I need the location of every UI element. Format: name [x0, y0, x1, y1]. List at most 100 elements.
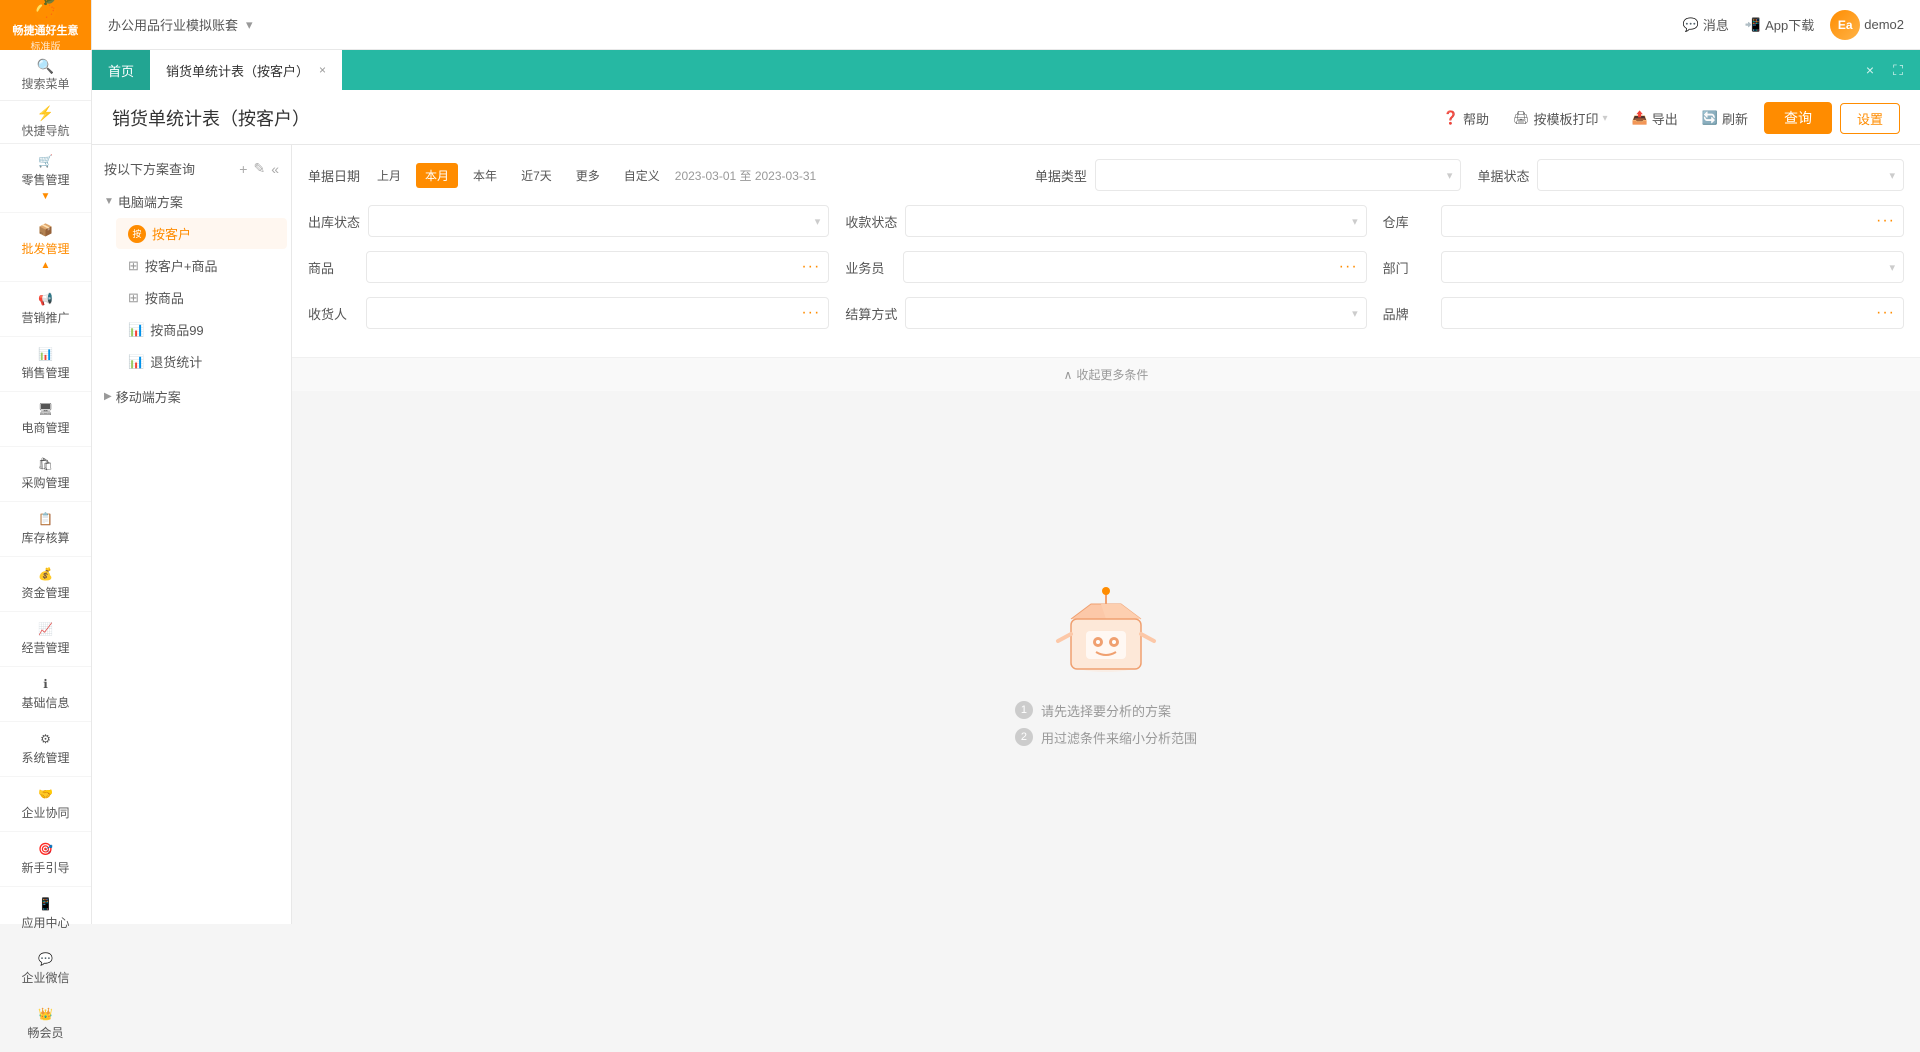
scheme-desktop-label: 电脑端方案: [118, 192, 183, 211]
sidebar-item-apps-label: 应用中心: [21, 914, 69, 931]
sidebar-item-finance[interactable]: 💰 资金管理: [0, 557, 91, 612]
tip-1-num: 1: [1015, 701, 1033, 719]
export-button[interactable]: 📤 导出: [1624, 105, 1686, 132]
sidebar: 🍊 畅捷通好生意 标准版 🔍 搜索菜单 ⚡ 快捷导航 🛒 零售管理 ▼ 📦 批发…: [0, 0, 92, 924]
scheme-header-title: 按以下方案查询: [104, 159, 195, 178]
doc-type-arrow: ▾: [1447, 169, 1453, 182]
window-maximize-button[interactable]: ⛶: [1888, 60, 1908, 80]
filter-brand-select[interactable]: ···: [1441, 297, 1904, 329]
app-download-button[interactable]: 📲 App下载: [1745, 15, 1814, 34]
sidebar-item-retail[interactable]: 🛒 零售管理 ▼: [0, 144, 91, 213]
date-btn-last-7[interactable]: 近7天: [512, 163, 561, 188]
sidebar-item-retail-label: 零售管理: [21, 171, 69, 188]
refresh-button[interactable]: 🔄 刷新: [1694, 105, 1756, 132]
user-profile[interactable]: Ea demo2: [1830, 10, 1904, 40]
date-btn-this-month[interactable]: 本月: [416, 163, 458, 188]
retail-arrow: ▼: [41, 191, 51, 202]
print-icon: 🖨: [1513, 110, 1530, 126]
sidebar-search[interactable]: 🔍 搜索菜单: [0, 50, 91, 101]
member-icon: 👑: [38, 1007, 53, 1021]
tab-close-icon[interactable]: ×: [319, 63, 326, 77]
scheme-collapse-button[interactable]: «: [271, 161, 279, 177]
enterprise-icon: 🤝: [38, 787, 53, 801]
query-button[interactable]: 查询: [1764, 102, 1832, 134]
retail-icon: 🛒: [38, 154, 53, 168]
collapse-bar[interactable]: ∧ 收起更多条件: [292, 357, 1920, 391]
scheme-desktop-group-header[interactable]: ▼ 电脑端方案: [92, 186, 291, 217]
avatar-text: Ea: [1838, 18, 1853, 32]
scheme-by-customer-product-label: 按客户+商品: [145, 256, 218, 275]
sidebar-quicknav[interactable]: ⚡ 快捷导航: [0, 101, 91, 144]
date-btn-last-month[interactable]: 上月: [368, 163, 410, 188]
ecommerce-icon: 🖥: [38, 402, 53, 416]
doc-status-arrow: ▾: [1889, 169, 1895, 182]
main-area: 办公用品行业模拟账套 ▾ 💬 消息 📲 App下载 Ea demo2 首页: [92, 0, 1920, 924]
finance-icon: 💰: [38, 567, 53, 581]
scheme-item-by-customer-product[interactable]: ⊞ 按客户+商品: [116, 250, 287, 281]
sidebar-item-marketing[interactable]: 📢 营销推广: [0, 282, 91, 337]
product-dots: ···: [801, 258, 820, 276]
scheme-item-by-product-99[interactable]: 📊 按商品99: [116, 314, 287, 345]
sidebar-item-wechat-label: 企业微信: [21, 969, 69, 986]
scheme-panel-header: 按以下方案查询 + ✎ «: [92, 155, 291, 182]
collapse-label: 收起更多条件: [1076, 366, 1148, 383]
business-icon: 📈: [38, 622, 53, 636]
collapse-up-icon: ∧: [1064, 368, 1073, 382]
tab-home-label: 首页: [108, 61, 134, 80]
marketing-icon: 📢: [38, 292, 53, 306]
sidebar-item-basic[interactable]: ℹ 基础信息: [0, 667, 91, 722]
help-label: 帮助: [1463, 109, 1489, 128]
scheme-item-by-product[interactable]: ⊞ 按商品: [116, 282, 287, 313]
sidebar-item-newbie[interactable]: 🎯 新手引导: [0, 832, 91, 887]
scheme-edit-button[interactable]: ✎: [253, 160, 265, 177]
app-title: 办公用品行业模拟账套: [108, 15, 238, 34]
filter-department-select[interactable]: ▾: [1441, 251, 1904, 283]
sidebar-item-system[interactable]: ⚙ 系统管理: [0, 722, 91, 777]
filter-receiver-select[interactable]: ···: [366, 297, 829, 329]
help-button[interactable]: ❓ 帮助: [1435, 105, 1497, 132]
sidebar-item-inventory[interactable]: 📋 库存核算: [0, 502, 91, 557]
print-button[interactable]: 🖨 按模板打印 ▾: [1505, 105, 1616, 132]
sidebar-item-purchase-label: 采购管理: [21, 474, 69, 491]
date-btn-more[interactable]: 更多: [567, 163, 609, 188]
tab-active[interactable]: 销货单统计表（按客户） ×: [150, 50, 342, 90]
sidebar-item-sales[interactable]: 📊 销售管理: [0, 337, 91, 392]
filter-doc-type-select[interactable]: ▾: [1095, 159, 1462, 191]
settings-button[interactable]: 设置: [1840, 103, 1900, 134]
sidebar-logo[interactable]: 🍊 畅捷通好生意 标准版: [0, 0, 91, 50]
filter-product-label: 商品: [308, 258, 358, 277]
warehouse-dots: ···: [1876, 212, 1895, 230]
filter-product-select[interactable]: ···: [366, 251, 829, 283]
tab-home[interactable]: 首页: [92, 50, 150, 90]
filter-out-status-select[interactable]: ▾: [368, 205, 829, 237]
window-close-button[interactable]: ×: [1860, 60, 1880, 80]
scheme-by-customer-label: 按客户: [152, 224, 191, 243]
scheme-item-by-customer[interactable]: 按 按客户: [116, 218, 287, 249]
filter-receive-status-select[interactable]: ▾: [905, 205, 1366, 237]
scheme-mobile-group[interactable]: ▶ 移动端方案: [92, 381, 291, 412]
filter-department-item: 部门 ▾: [1383, 251, 1904, 283]
message-button[interactable]: 💬 消息: [1683, 15, 1729, 34]
filter-settlement-select[interactable]: ▾: [905, 297, 1366, 329]
scheme-panel: 按以下方案查询 + ✎ « ▼ 电脑端方案 按 按: [92, 145, 292, 924]
filter-salesperson-select[interactable]: ···: [903, 251, 1366, 283]
sidebar-item-wholesale[interactable]: 📦 批发管理 ▲: [0, 213, 91, 282]
sidebar-item-purchase[interactable]: 🛍 采购管理: [0, 447, 91, 502]
sidebar-logo-text: 畅捷通好生意: [13, 22, 79, 38]
date-btn-this-year[interactable]: 本年: [464, 163, 506, 188]
sidebar-item-business[interactable]: 📈 经营管理: [0, 612, 91, 667]
sidebar-item-apps[interactable]: 📱 应用中心: [0, 887, 91, 942]
empty-tip-2: 2 用过滤条件来缩小分析范围: [1015, 728, 1197, 747]
sidebar-item-member[interactable]: 👑 畅会员: [0, 997, 91, 1052]
app-title-dropdown-icon[interactable]: ▾: [246, 17, 253, 33]
scheme-item-return-stats[interactable]: 📊 退货统计: [116, 346, 287, 377]
scheme-add-button[interactable]: +: [239, 161, 247, 177]
filter-doc-status-select[interactable]: ▾: [1537, 159, 1904, 191]
sidebar-item-enterprise[interactable]: 🤝 企业协同: [0, 777, 91, 832]
filter-warehouse-control[interactable]: ···: [1441, 205, 1904, 237]
newbie-icon: 🎯: [38, 842, 53, 856]
sidebar-item-wechat[interactable]: 💬 企业微信: [0, 942, 91, 997]
sidebar-item-ecommerce[interactable]: 🖥 电商管理: [0, 392, 91, 447]
date-btn-custom[interactable]: 自定义: [615, 163, 669, 188]
filter-row-1: 单据日期 上月 本月 本年 近7天 更多 自定义 2023-03-01 至 20…: [308, 159, 1904, 191]
